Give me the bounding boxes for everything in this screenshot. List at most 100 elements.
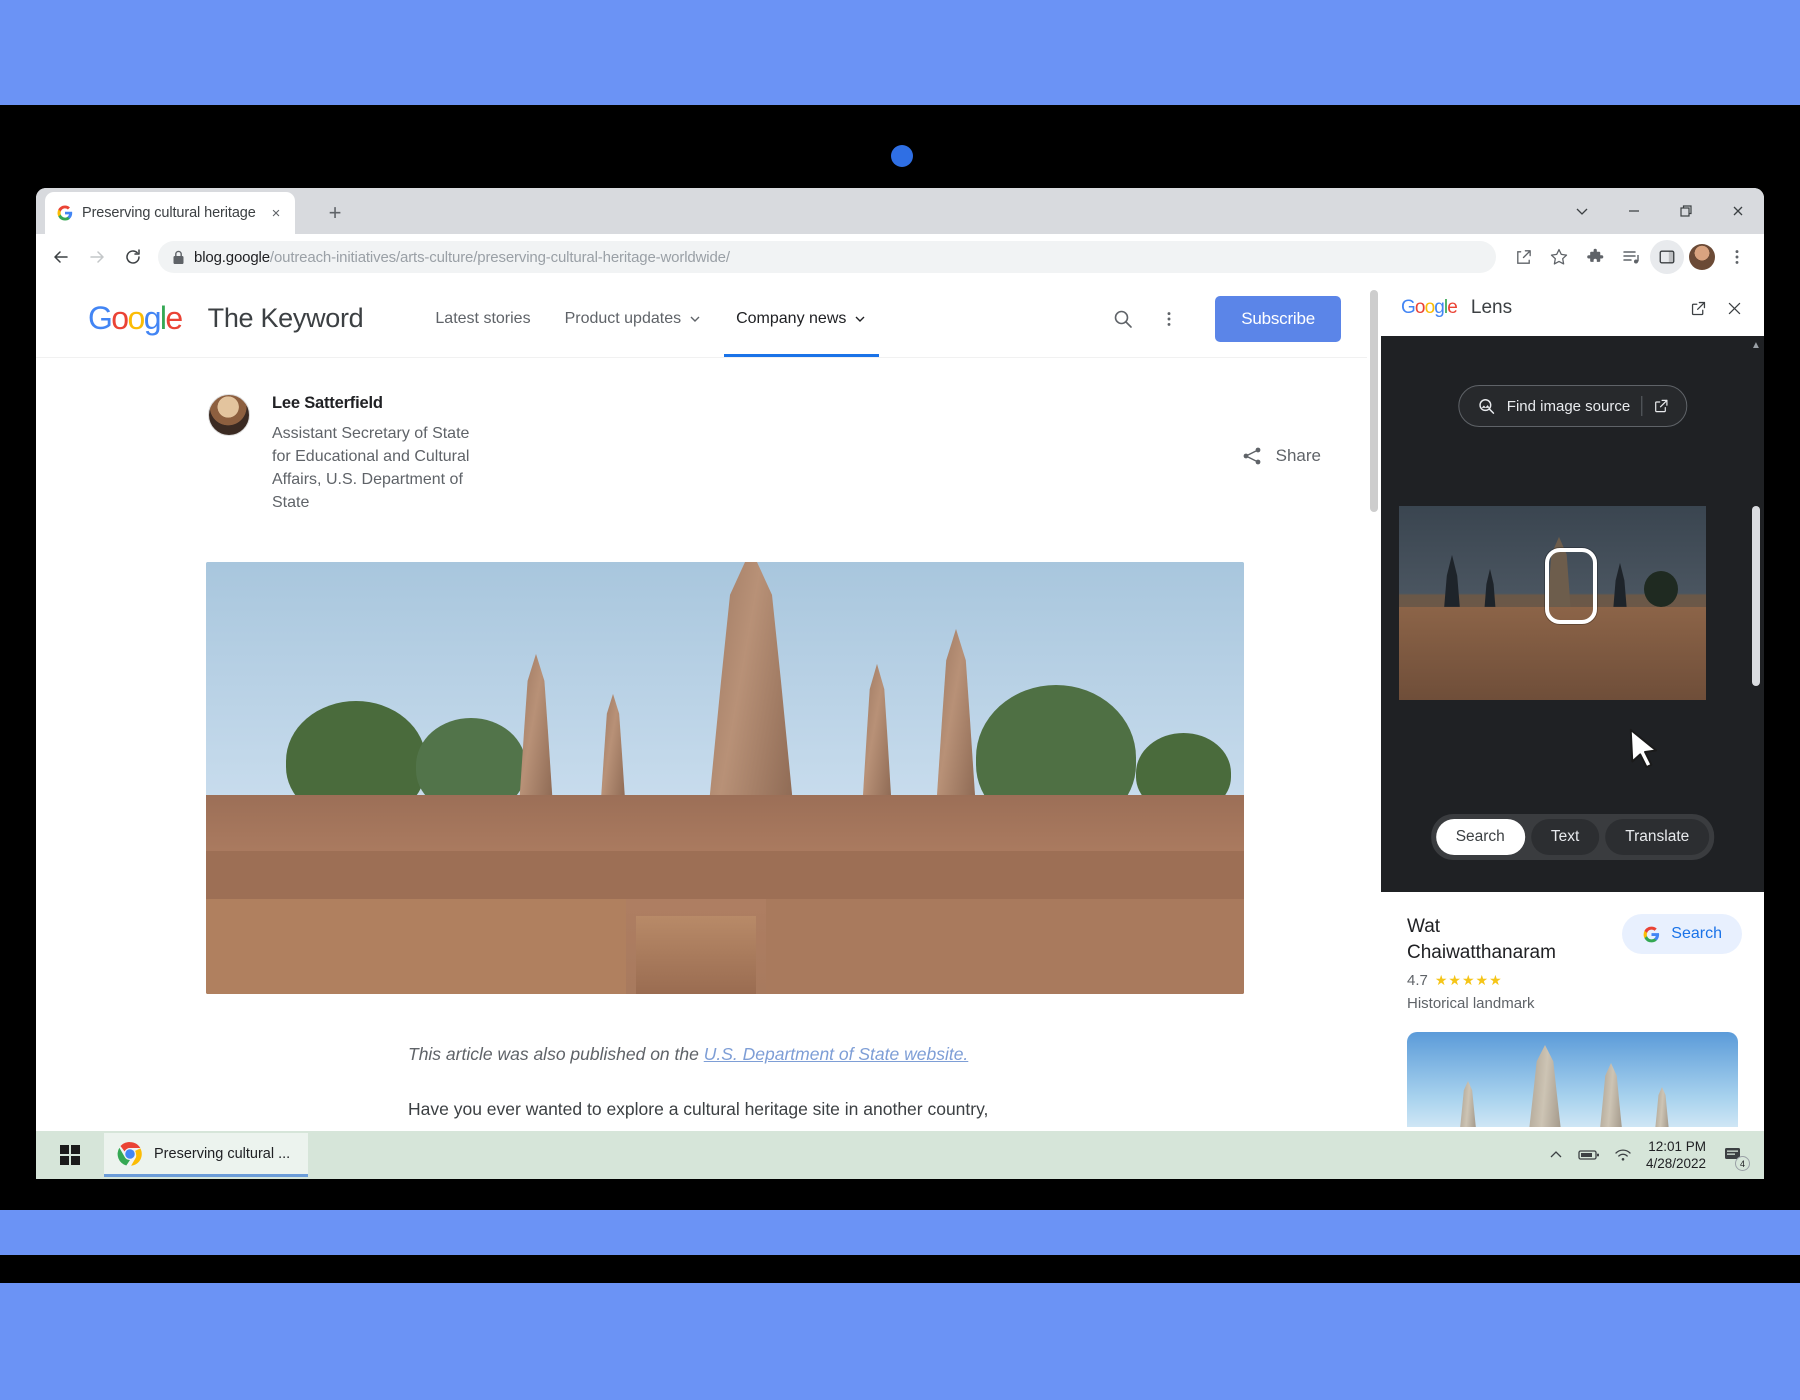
avatar bbox=[208, 394, 250, 436]
find-image-source-label: Find image source bbox=[1507, 398, 1630, 415]
scroll-up-arrow-icon[interactable]: ▲ bbox=[1751, 340, 1761, 351]
share-page-icon[interactable] bbox=[1506, 240, 1540, 274]
article-hero-image bbox=[206, 562, 1244, 994]
chevron-down-icon[interactable] bbox=[1556, 188, 1608, 234]
page-scrollbar-thumb[interactable] bbox=[1370, 290, 1378, 512]
result-info: Wat Chaiwatthanaram 4.7 ★★★★★ Historical… bbox=[1407, 914, 1567, 1012]
star-rating-icon: ★★★★★ bbox=[1435, 972, 1503, 989]
lens-mode-translate[interactable]: Translate bbox=[1605, 819, 1709, 855]
new-tab-button[interactable]: + bbox=[320, 198, 350, 228]
taskbar-task-chrome[interactable]: Preserving cultural ... bbox=[104, 1133, 308, 1177]
page-scrollbar[interactable] bbox=[1367, 280, 1381, 1150]
publication-note-link[interactable]: U.S. Department of State website. bbox=[704, 1044, 969, 1064]
browser-content-row: Google The Keyword Latest stories Produc… bbox=[36, 280, 1764, 1150]
find-image-source-button[interactable]: Find image source bbox=[1458, 385, 1687, 427]
share-label: Share bbox=[1276, 446, 1321, 466]
logo-letter: g bbox=[1434, 297, 1444, 318]
reload-icon[interactable] bbox=[116, 240, 150, 274]
lens-mode-switch: Search Text Translate bbox=[1431, 814, 1715, 860]
bookmark-star-icon[interactable] bbox=[1542, 240, 1576, 274]
device-screen: Preserving cultural heritage worl × + bbox=[0, 0, 1800, 1400]
side-panel-scrollbar[interactable]: ▲ ▼ bbox=[1750, 336, 1762, 1150]
reading-list-icon[interactable] bbox=[1614, 240, 1648, 274]
show-hidden-icons-chevron[interactable] bbox=[1548, 1147, 1564, 1163]
notification-icon[interactable]: 4 bbox=[1720, 1141, 1748, 1169]
logo-letter: o bbox=[1425, 297, 1435, 318]
share-button[interactable]: Share bbox=[1241, 394, 1321, 514]
site-wordmark: The Keyword bbox=[208, 303, 364, 334]
author-role: Assistant Secretary of State for Educati… bbox=[272, 422, 484, 514]
nav-item-company-news[interactable]: Company news bbox=[724, 280, 879, 357]
keyword-site-nav: Google The Keyword Latest stories Produc… bbox=[36, 280, 1381, 358]
lens-mode-text[interactable]: Text bbox=[1531, 819, 1599, 855]
taskbar-clock[interactable]: 12:01 PM 4/28/2022 bbox=[1646, 1138, 1706, 1172]
lens-image-thumbnail[interactable] bbox=[1399, 506, 1706, 700]
chrome-icon bbox=[117, 1141, 143, 1167]
stairway bbox=[636, 916, 756, 994]
google-lens-side-panel: Google Lens bbox=[1381, 280, 1764, 1150]
result-image[interactable] bbox=[1407, 1032, 1738, 1127]
close-icon[interactable] bbox=[1712, 188, 1764, 234]
side-panel-header: Google Lens bbox=[1381, 280, 1764, 336]
window-controls bbox=[1556, 188, 1764, 234]
close-icon[interactable] bbox=[1718, 292, 1750, 324]
logo-letter: g bbox=[144, 300, 160, 336]
restore-icon[interactable] bbox=[1660, 188, 1712, 234]
web-page: Google The Keyword Latest stories Produc… bbox=[36, 280, 1381, 1150]
logo-letter: G bbox=[1401, 297, 1415, 318]
side-panel-actions bbox=[1682, 292, 1750, 324]
result-tower bbox=[1651, 1087, 1673, 1127]
chrome-menu-icon[interactable] bbox=[1720, 240, 1754, 274]
webcam-icon bbox=[891, 145, 913, 167]
more-vertical-icon[interactable] bbox=[1149, 299, 1189, 339]
google-logo: Google bbox=[88, 300, 182, 337]
lens-result-card: Wat Chaiwatthanaram 4.7 ★★★★★ Historical… bbox=[1381, 892, 1764, 1012]
search-icon[interactable] bbox=[1103, 299, 1143, 339]
tab-title: Preserving cultural heritage worl bbox=[82, 205, 257, 221]
brick-wall bbox=[766, 899, 1244, 994]
lock-icon bbox=[172, 250, 185, 265]
nav-item-latest-stories[interactable]: Latest stories bbox=[423, 280, 542, 357]
open-in-new-icon bbox=[1653, 398, 1669, 414]
result-tower bbox=[1593, 1063, 1629, 1127]
close-icon[interactable]: × bbox=[265, 202, 287, 224]
browser-tab[interactable]: Preserving cultural heritage worl × bbox=[45, 192, 295, 234]
url-path: /outreach-initiatives/arts-culture/prese… bbox=[270, 249, 730, 266]
byline: Lee Satterfield Assistant Secretary of S… bbox=[36, 394, 1381, 514]
lens-selection-box[interactable] bbox=[1545, 548, 1597, 624]
minimize-icon[interactable] bbox=[1608, 188, 1660, 234]
forward-arrow-icon[interactable] bbox=[80, 240, 114, 274]
extensions-puzzle-icon[interactable] bbox=[1578, 240, 1612, 274]
back-arrow-icon[interactable] bbox=[44, 240, 78, 274]
address-bar-text: blog.google/outreach-initiatives/arts-cu… bbox=[194, 249, 730, 266]
share-nodes-icon bbox=[1241, 445, 1263, 467]
nav-item-product-updates[interactable]: Product updates bbox=[553, 280, 715, 357]
result-title: Wat Chaiwatthanaram bbox=[1407, 914, 1567, 966]
image-search-icon bbox=[1477, 397, 1496, 416]
side-panel-icon[interactable] bbox=[1650, 240, 1684, 274]
brick-wall bbox=[206, 899, 626, 994]
google-g-icon bbox=[1642, 925, 1661, 944]
nav-label: Company news bbox=[736, 310, 846, 328]
result-search-button[interactable]: Search bbox=[1622, 914, 1742, 954]
profile-avatar-icon[interactable] bbox=[1689, 244, 1715, 270]
result-search-label: Search bbox=[1671, 925, 1722, 943]
browser-toolbar: blog.google/outreach-initiatives/arts-cu… bbox=[36, 234, 1764, 280]
google-logo: Google bbox=[1401, 297, 1457, 319]
chrome-browser-window: Preserving cultural heritage worl × + bbox=[36, 188, 1764, 1150]
logo-letter: o bbox=[128, 300, 144, 336]
side-panel-scrollbar-thumb[interactable] bbox=[1752, 506, 1760, 686]
windows-start-icon[interactable] bbox=[50, 1135, 90, 1175]
result-tower-main bbox=[1519, 1045, 1571, 1127]
tab-strip: Preserving cultural heritage worl × + bbox=[36, 188, 1764, 234]
open-in-new-icon[interactable] bbox=[1682, 292, 1714, 324]
address-bar[interactable]: blog.google/outreach-initiatives/arts-cu… bbox=[158, 241, 1496, 273]
subscribe-button[interactable]: Subscribe bbox=[1215, 296, 1341, 342]
brick-wall bbox=[206, 851, 1244, 899]
battery-icon[interactable] bbox=[1578, 1147, 1600, 1163]
wifi-icon[interactable] bbox=[1614, 1147, 1632, 1163]
lens-mode-search[interactable]: Search bbox=[1436, 819, 1525, 855]
author-name: Lee Satterfield bbox=[272, 394, 484, 413]
byline-text: Lee Satterfield Assistant Secretary of S… bbox=[272, 394, 484, 514]
article-paragraph: Have you ever wanted to explore a cultur… bbox=[408, 1099, 1381, 1120]
